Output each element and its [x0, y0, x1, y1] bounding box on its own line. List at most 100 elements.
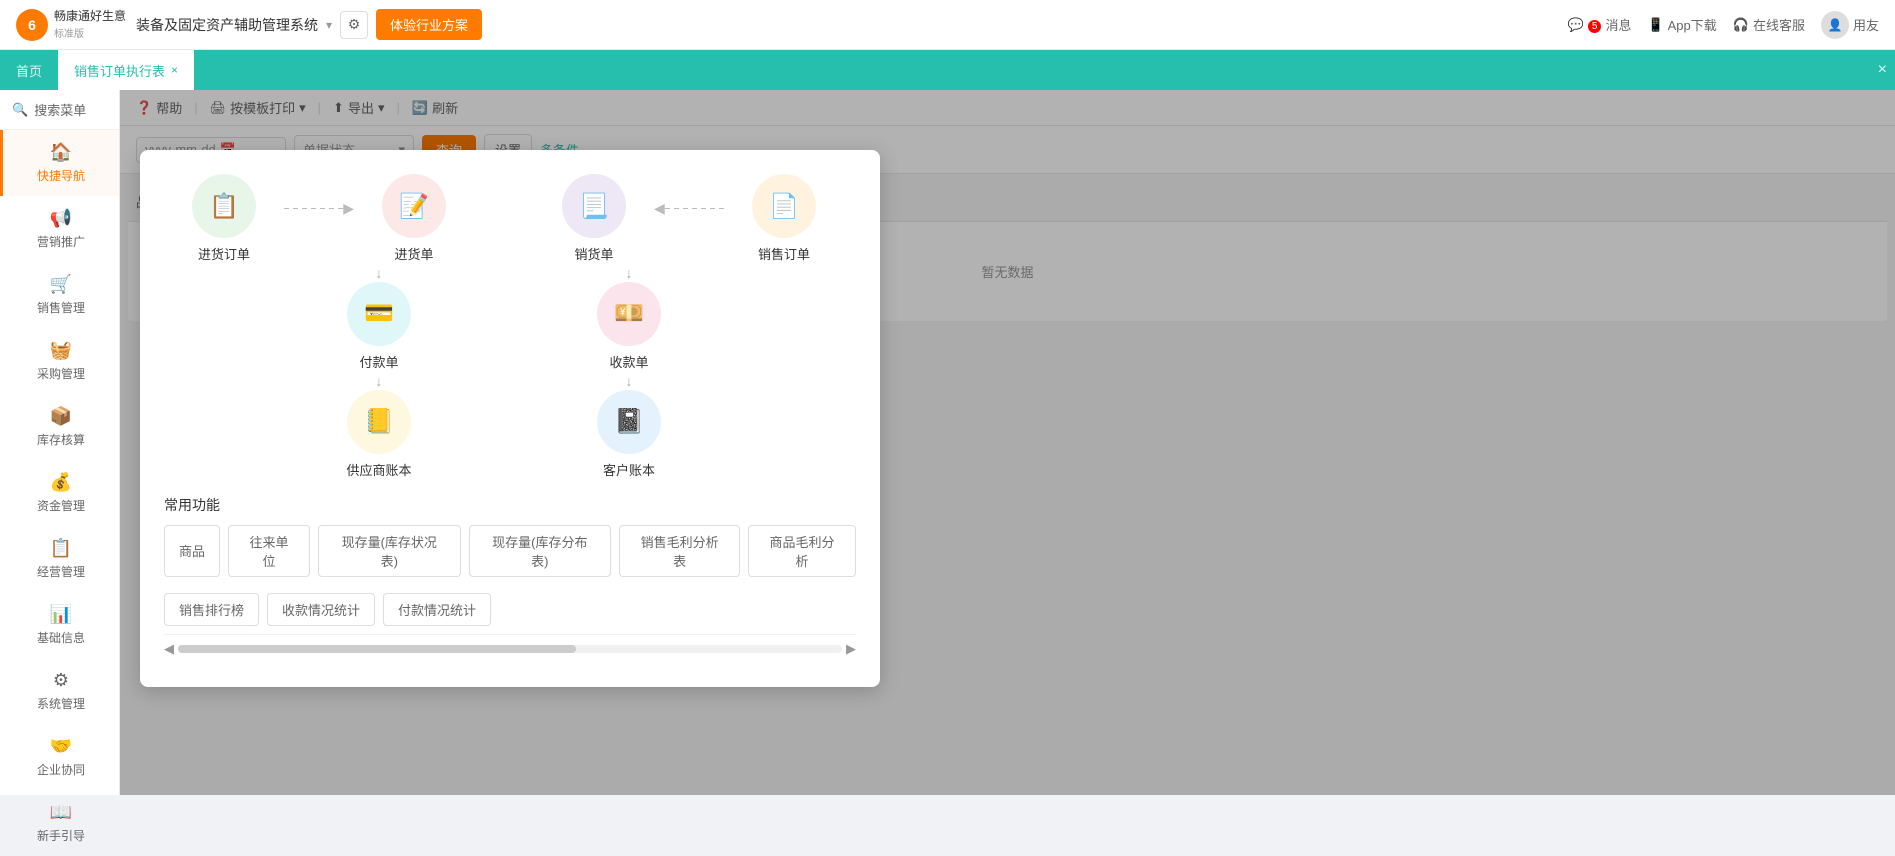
modal: 📋 进货订单 ▶ 📝 进货单 [140, 150, 880, 687]
common-btns: 商品往来单位现存量(库存状况表)现存量(库存分布表)销售毛利分析表商品毛利分析销… [164, 525, 856, 626]
settings-button[interactable]: ⚙ [340, 11, 368, 39]
system-title: 装备及固定资产辅助管理系统 [136, 15, 318, 35]
common-section: 常用功能 商品往来单位现存量(库存状况表)现存量(库存分布表)销售毛利分析表商品… [164, 495, 856, 626]
flow-item-purchase-bill[interactable]: 📝 进货单 [354, 174, 474, 263]
scroll-track[interactable] [178, 645, 842, 653]
message-icon: 💬 [1568, 17, 1584, 33]
sidebar-item-purchase[interactable]: 🧺 采购管理 [0, 328, 119, 394]
sidebar-item-collab[interactable]: 🤝 企业协同 [0, 724, 119, 790]
collab-label: 企业协同 [37, 761, 85, 778]
flow-item-receipt[interactable]: 💴 收款单 [569, 282, 689, 371]
finance-label: 资金管理 [37, 497, 85, 514]
sidebar-item-basic-info[interactable]: 📊 基础信息 [0, 592, 119, 658]
beginner-label: 新手引导 [37, 827, 85, 844]
flow-item-customer-ledger[interactable]: 📓 客户账本 [569, 390, 689, 479]
quick-nav-icon: 🏠 [50, 142, 72, 163]
message-count: 5 [1588, 17, 1602, 32]
sales-order-label: 销售订单 [758, 244, 810, 263]
beginner-icon: 📖 [50, 802, 72, 823]
common-btn-0[interactable]: 商品 [164, 525, 220, 577]
flow-item-payment[interactable]: 💳 付款单 [319, 282, 439, 371]
scroll-right-arrow[interactable]: ▶ [846, 641, 856, 657]
search-menu-item[interactable]: 🔍 搜索菜单 [0, 90, 119, 130]
purchase-bill-icon: 📝 [382, 174, 446, 238]
tab-sales-close[interactable]: × [171, 63, 178, 77]
purchase-icon: 🧺 [50, 340, 72, 361]
receipt-label: 收款单 [609, 352, 648, 371]
sidebar-item-finance[interactable]: 💰 资金管理 [0, 460, 119, 526]
sidebar-item-operation[interactable]: 📋 经营管理 [0, 526, 119, 592]
customer-ledger-label: 客户账本 [603, 460, 655, 479]
sidebar-item-inventory[interactable]: 📦 库存核算 [0, 394, 119, 460]
sidebar-item-marketing[interactable]: 📢 营销推广 [0, 196, 119, 262]
tab-close-all-button[interactable]: × [1878, 61, 1887, 79]
basic-info-icon: 📊 [50, 604, 72, 625]
inventory-icon: 📦 [50, 406, 72, 427]
common-btn-7[interactable]: 收款情况统计 [267, 593, 375, 626]
purchase-bill-label: 进货单 [394, 244, 433, 263]
logo-area: 6 畅康通好生意 标准版 [16, 9, 136, 41]
inventory-label: 库存核算 [37, 431, 85, 448]
basic-info-label: 基础信息 [37, 629, 85, 646]
common-btn-6[interactable]: 销售排行榜 [164, 593, 259, 626]
customer-service-button[interactable]: 🎧 在线客服 [1733, 15, 1805, 34]
flow-item-purchase-order[interactable]: 📋 进货订单 [164, 174, 284, 263]
sales-icon: 🛒 [50, 274, 72, 295]
avatar: 👤 [1821, 11, 1849, 39]
scroll-thumb [178, 645, 576, 653]
finance-icon: 💰 [50, 472, 72, 493]
app-download-label: App下载 [1668, 15, 1717, 34]
message-button[interactable]: 💬 5 消息 [1568, 15, 1632, 34]
purchase-order-icon: 📋 [192, 174, 256, 238]
flow-item-supplier-ledger[interactable]: 📒 供应商账本 [319, 390, 439, 479]
sidebar: 🔍 搜索菜单 🏠 快捷导航 📢 营销推广 🛒 销售管理 🧺 采购管理 📦 库存核… [0, 90, 120, 795]
app-icon: 📱 [1647, 17, 1663, 33]
tab-bar: 首页 销售订单执行表 × × [0, 50, 1895, 90]
tab-home[interactable]: 首页 [0, 50, 58, 90]
search-icon: 🔍 [12, 102, 28, 118]
scroll-hint[interactable]: ◀ ▶ [164, 634, 856, 663]
app-download-button[interactable]: 📱 App下载 [1647, 15, 1716, 34]
system-icon: ⚙ [53, 670, 69, 691]
system-label: 系统管理 [37, 695, 85, 712]
user-menu[interactable]: 👤 用友 [1821, 11, 1879, 39]
flow-item-sales-bill[interactable]: 📃 销货单 [534, 174, 654, 263]
payment-icon: 💳 [347, 282, 411, 346]
common-btn-4[interactable]: 销售毛利分析表 [619, 525, 740, 577]
marketing-icon: 📢 [50, 208, 72, 229]
sidebar-item-quick-nav[interactable]: 🏠 快捷导航 [0, 130, 119, 196]
marketing-label: 营销推广 [37, 233, 85, 250]
tab-sales-label: 销售订单执行表 [74, 61, 165, 80]
system-dropdown-icon[interactable]: ▾ [326, 18, 332, 32]
logo-text: 畅康通好生意 [54, 9, 126, 25]
operation-icon: 📋 [50, 538, 72, 559]
content-area: ❓ 帮助 | 🖨 按模板打印 ▾ | ⬆ 导出 ▾ | 🔄 刷新 [120, 90, 1895, 795]
receipt-icon: 💴 [597, 282, 661, 346]
common-btn-2[interactable]: 现存量(库存状况表) [318, 525, 461, 577]
tab-sales-order[interactable]: 销售订单执行表 × [58, 50, 194, 90]
supplier-ledger-icon: 📒 [347, 390, 411, 454]
sales-order-icon: 📄 [752, 174, 816, 238]
sidebar-item-system[interactable]: ⚙ 系统管理 [0, 658, 119, 724]
service-icon: 🎧 [1733, 17, 1749, 33]
common-btn-1[interactable]: 往来单位 [228, 525, 310, 577]
collab-icon: 🤝 [50, 736, 72, 757]
common-btn-5[interactable]: 商品毛利分析 [748, 525, 856, 577]
logo-icon: 6 [16, 9, 48, 41]
supplier-ledger-label: 供应商账本 [346, 460, 411, 479]
customer-service-label: 在线客服 [1753, 15, 1805, 34]
header-right: 💬 5 消息 📱 App下载 🎧 在线客服 👤 用友 [1568, 11, 1879, 39]
search-menu-label: 搜索菜单 [34, 100, 86, 119]
user-label: 用友 [1853, 15, 1879, 34]
scroll-left-arrow[interactable]: ◀ [164, 641, 174, 657]
header-mid: 装备及固定资产辅助管理系统 ▾ ⚙ 体验行业方案 [136, 9, 1568, 40]
common-section-title: 常用功能 [164, 495, 856, 515]
tab-home-label: 首页 [16, 61, 42, 80]
sales-label: 销售管理 [37, 299, 85, 316]
sidebar-item-beginner[interactable]: 📖 新手引导 [0, 790, 119, 856]
experience-button[interactable]: 体验行业方案 [376, 9, 482, 40]
common-btn-3[interactable]: 现存量(库存分布表) [469, 525, 612, 577]
sidebar-item-sales[interactable]: 🛒 销售管理 [0, 262, 119, 328]
common-btn-8[interactable]: 付款情况统计 [383, 593, 491, 626]
flow-item-sales-order[interactable]: 📄 销售订单 [724, 174, 844, 263]
